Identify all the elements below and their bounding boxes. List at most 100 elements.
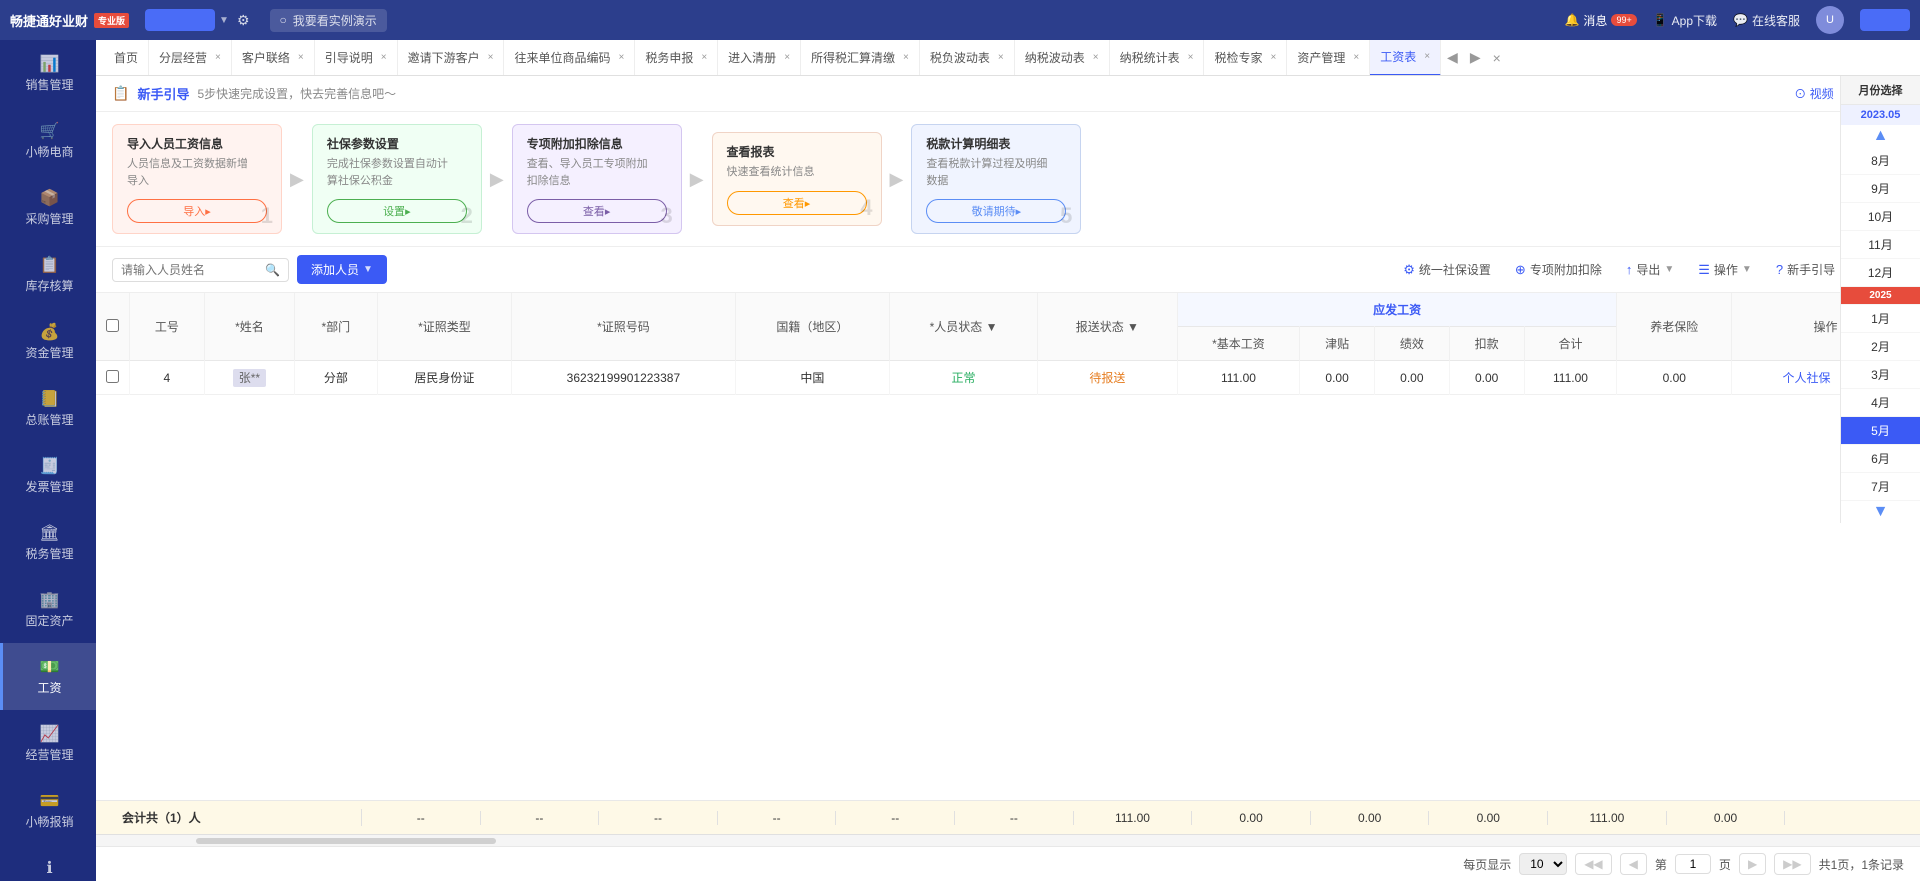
avatar[interactable]: U	[1816, 6, 1844, 34]
month-panel-up[interactable]: ▲	[1841, 125, 1920, 147]
management-icon: 📈	[3, 724, 96, 744]
prev-page-button[interactable]: ◀	[1620, 853, 1647, 875]
tab-close[interactable]: ×	[1093, 52, 1099, 63]
step-4-button[interactable]: 查看▸	[727, 191, 867, 215]
tab-assets[interactable]: 资产管理×	[1287, 40, 1370, 76]
next-page-button[interactable]: ▶	[1739, 853, 1766, 875]
tab-close[interactable]: ×	[488, 52, 494, 63]
month-8[interactable]: 8月	[1841, 147, 1920, 175]
search-input[interactable]	[121, 263, 261, 277]
tab-next-button[interactable]: ▶	[1464, 49, 1487, 66]
month-7[interactable]: 7月	[1841, 473, 1920, 501]
tab-tax-burden[interactable]: 税负波动表×	[920, 40, 1015, 76]
tab-layered[interactable]: 分层经营×	[149, 40, 232, 76]
settings-icon[interactable]: ⚙	[237, 12, 250, 29]
month-1[interactable]: 1月	[1841, 305, 1920, 333]
sidebar-item-label: 固定资产	[3, 612, 96, 629]
tab-income-tax[interactable]: 所得税汇算清缴×	[801, 40, 920, 76]
month-6[interactable]: 6月	[1841, 445, 1920, 473]
step-3-button[interactable]: 查看▸	[527, 199, 667, 223]
tab-client[interactable]: 客户联络×	[232, 40, 315, 76]
search-icon[interactable]: 🔍	[265, 263, 280, 277]
user-dropdown[interactable]: ▼	[129, 9, 229, 31]
tab-close[interactable]: ×	[618, 52, 624, 63]
app-download-button[interactable]: 📱 App下载	[1653, 12, 1717, 29]
month-3[interactable]: 3月	[1841, 361, 1920, 389]
sidebar-item-management[interactable]: 📈 经营管理	[0, 710, 96, 777]
personal-social-link[interactable]: 个人社保	[1783, 371, 1831, 385]
tab-close[interactable]: ×	[1270, 52, 1276, 63]
sidebar-item-ledger[interactable]: 📒 总账管理	[0, 375, 96, 442]
tab-tax-expert[interactable]: 税检专家×	[1204, 40, 1287, 76]
tab-close[interactable]: ×	[784, 52, 790, 63]
tab-close[interactable]: ×	[298, 52, 304, 63]
last-page-button[interactable]: ▶▶	[1774, 853, 1810, 875]
tab-salary[interactable]: 工资表×	[1370, 40, 1441, 76]
sidebar-item-finance[interactable]: 💰 资金管理	[0, 308, 96, 375]
month-5[interactable]: 5月	[1841, 417, 1920, 445]
video-link[interactable]: ⊙ 视频	[1794, 85, 1833, 102]
tab-close[interactable]: ×	[903, 52, 909, 63]
tab-close[interactable]: ×	[1424, 51, 1430, 62]
tab-close-all-button[interactable]: ×	[1487, 50, 1507, 66]
sidebar-item-invoice[interactable]: 🧾 发票管理	[0, 442, 96, 509]
sidebar-item-sales[interactable]: 📊 销售管理	[0, 40, 96, 107]
step-1-button[interactable]: 导入▸	[127, 199, 267, 223]
month-10[interactable]: 10月	[1841, 203, 1920, 231]
export-dropdown-arrow: ▼	[1664, 264, 1674, 275]
month-panel-down[interactable]: ▼	[1841, 501, 1920, 523]
select-all-checkbox[interactable]	[106, 319, 119, 332]
service-icon: 💬	[1733, 13, 1748, 27]
sidebar-item-tax[interactable]: 🏛 税务管理	[0, 509, 96, 576]
special-deduct-button[interactable]: ⊕ 专项附加扣除	[1509, 257, 1608, 282]
tab-guide-info[interactable]: 引导说明×	[315, 40, 398, 76]
first-page-button[interactable]: ◀◀	[1575, 853, 1611, 875]
month-12[interactable]: 12月	[1841, 259, 1920, 287]
tab-close[interactable]: ×	[1353, 52, 1359, 63]
horizontal-scrollbar[interactable]	[196, 838, 496, 844]
tab-close[interactable]: ×	[701, 52, 707, 63]
sidebar-item-ecommerce[interactable]: 🛒 小畅电商	[0, 107, 96, 174]
tab-tax-wave[interactable]: 纳税波动表×	[1015, 40, 1110, 76]
unified-social-button[interactable]: ⚙ 统一社保设置	[1397, 257, 1497, 282]
tab-home[interactable]: 首页	[104, 40, 149, 76]
page-input[interactable]	[1675, 854, 1711, 874]
step-5-button[interactable]: 敬请期待▸	[926, 199, 1066, 223]
sidebar-item-assets[interactable]: 🏢 固定资产	[0, 576, 96, 643]
month-2[interactable]: 2月	[1841, 333, 1920, 361]
month-9[interactable]: 9月	[1841, 175, 1920, 203]
cell-name: 张**	[204, 361, 294, 395]
online-service-button[interactable]: 💬 在线客服	[1733, 12, 1800, 29]
month-11[interactable]: 11月	[1841, 231, 1920, 259]
tab-prev-button[interactable]: ◀	[1441, 49, 1464, 66]
newuser-guide-button[interactable]: ? 新手引导	[1770, 257, 1841, 282]
tab-tax-report[interactable]: 税务申报×	[635, 40, 718, 76]
tab-clearing[interactable]: 进入清册×	[718, 40, 801, 76]
step-4-card: 查看报表 快速查看统计信息 查看▸ 4	[712, 132, 882, 226]
export-button[interactable]: ↑ 导出 ▼	[1620, 257, 1680, 282]
sidebar-item-inventory[interactable]: 📋 库存核算	[0, 241, 96, 308]
step-2-button[interactable]: 设置▸	[327, 199, 467, 223]
pagination-bar: 每页显示 10 20 50 ◀◀ ◀ 第 页 ▶ ▶▶ 共1页，1条记	[96, 846, 1920, 881]
tab-close[interactable]: ×	[1188, 52, 1194, 63]
tab-close[interactable]: ×	[998, 52, 1004, 63]
operation-button[interactable]: ☰ 操作 ▼	[1692, 257, 1758, 282]
tab-close[interactable]: ×	[215, 52, 221, 63]
demo-link[interactable]: ○ 我要看实例演示	[270, 9, 387, 32]
select-all-header	[96, 293, 130, 361]
message-button[interactable]: 🔔 消息 99+	[1564, 12, 1636, 29]
row-checkbox[interactable]	[106, 370, 119, 383]
tab-product-code[interactable]: 往来单位商品编码×	[504, 40, 635, 76]
sidebar-item-expense[interactable]: 💳 小畅报销	[0, 777, 96, 844]
month-4[interactable]: 4月	[1841, 389, 1920, 417]
tab-invite[interactable]: 邀请下游客户×	[398, 40, 505, 76]
sidebar-item-basic[interactable]: ℹ 基础信息	[0, 844, 96, 881]
sales-icon: 📊	[3, 54, 96, 74]
month-panel-year[interactable]: 2023.05	[1841, 105, 1920, 125]
page-size-select[interactable]: 10 20 50	[1519, 853, 1567, 875]
add-person-button[interactable]: 添加人员 ▼	[297, 255, 387, 284]
tab-tax-stat[interactable]: 纳税统计表×	[1110, 40, 1205, 76]
sidebar-item-salary[interactable]: 💵 工资	[0, 643, 96, 710]
sidebar-item-purchase[interactable]: 📦 采购管理	[0, 174, 96, 241]
tab-close[interactable]: ×	[381, 52, 387, 63]
